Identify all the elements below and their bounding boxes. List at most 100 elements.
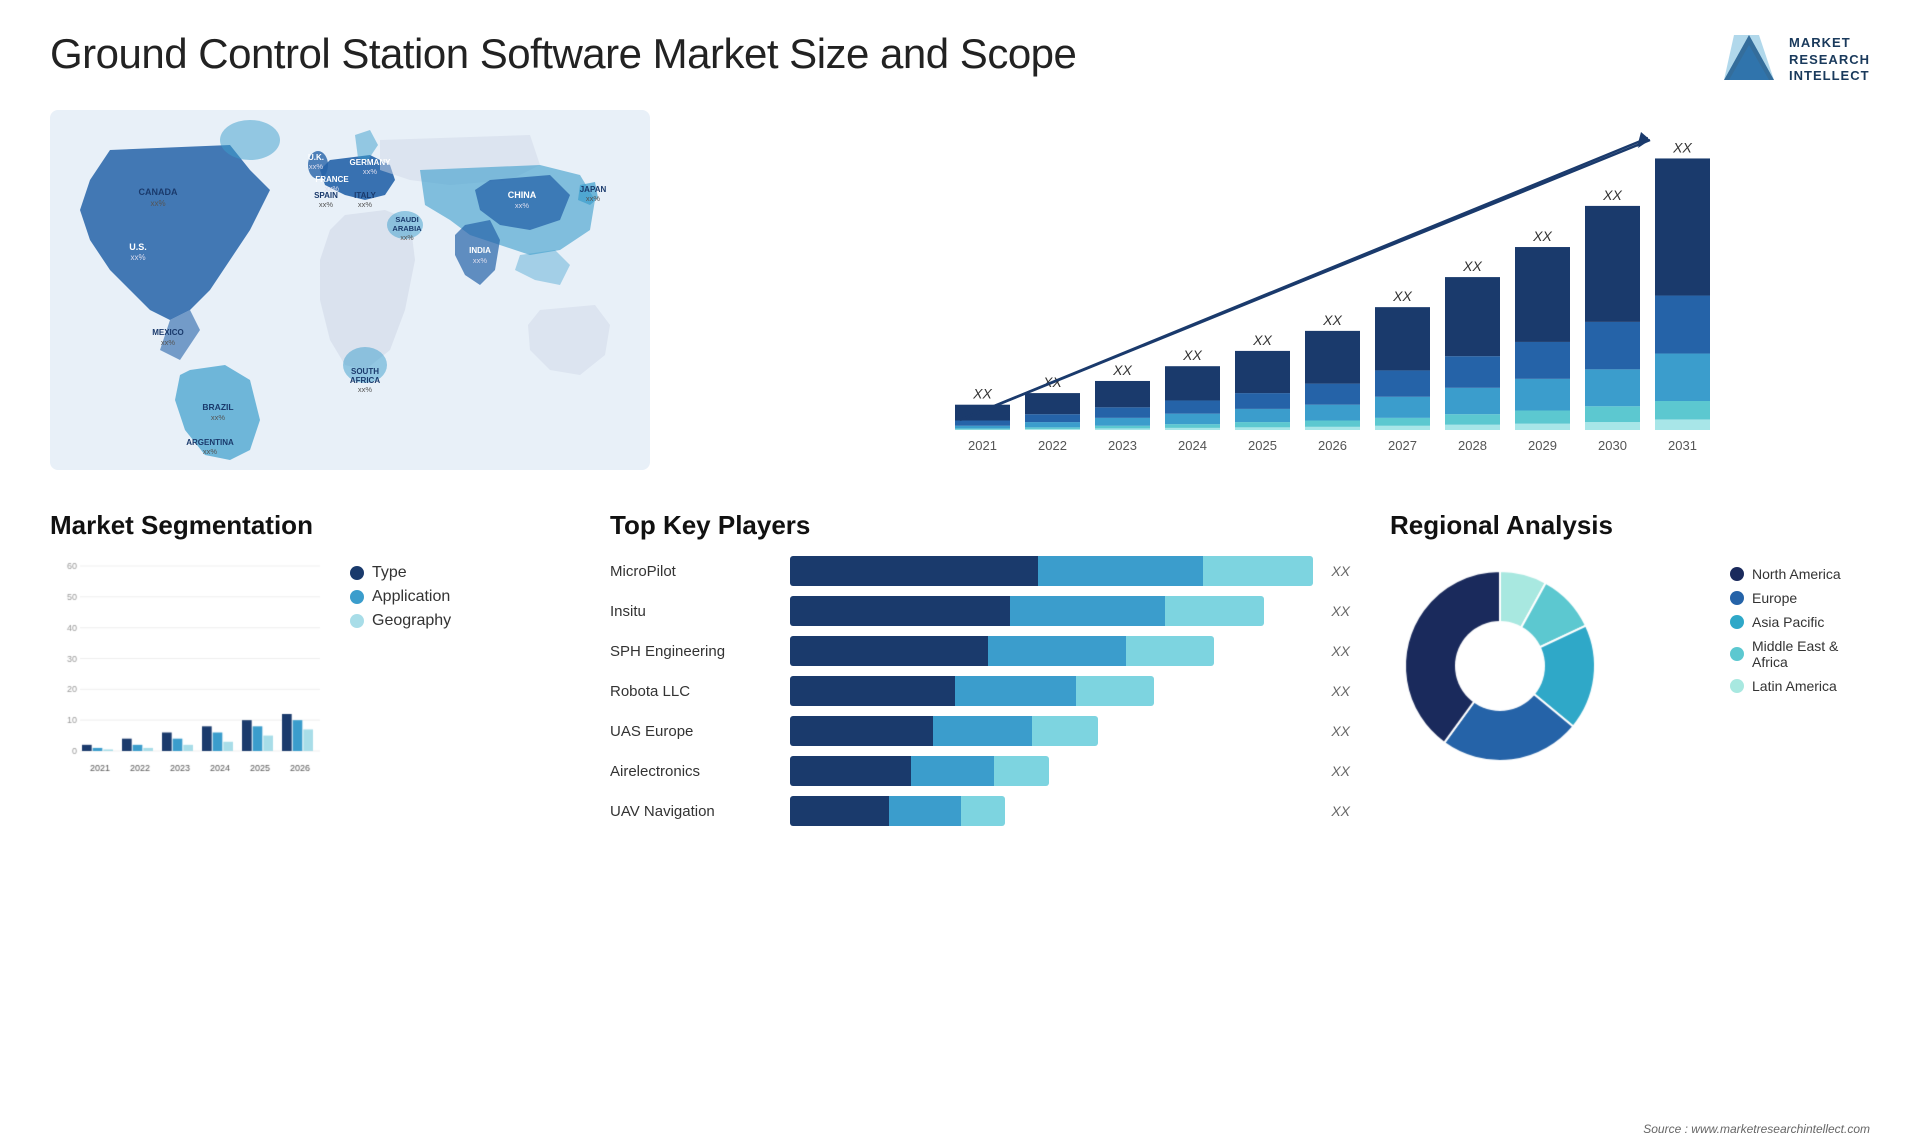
player-name: MicroPilot [610, 563, 780, 580]
svg-text:U.S.: U.S. [129, 242, 147, 252]
player-bar-container [790, 556, 1313, 586]
seg-legend-label: Type [372, 564, 407, 582]
player-name: UAV Navigation [610, 803, 780, 820]
player-bar-segment [790, 636, 988, 666]
player-xx-label: XX [1331, 643, 1350, 659]
player-bar-container [790, 676, 1313, 706]
pie-legend-item: Europe [1730, 590, 1870, 606]
player-bar-segment [911, 756, 994, 786]
svg-text:XX: XX [1672, 139, 1692, 155]
svg-text:2026: 2026 [1318, 438, 1347, 453]
player-bar-segment [790, 716, 933, 746]
logo-text: MARKET RESEARCH INTELLECT [1789, 35, 1870, 86]
logo-area: MARKET RESEARCH INTELLECT [1719, 30, 1870, 90]
seg-legend: TypeApplicationGeography [350, 564, 451, 630]
player-row: MicroPilotXX [610, 556, 1350, 586]
player-bar-segment [955, 676, 1076, 706]
svg-text:MEXICO: MEXICO [152, 328, 184, 337]
player-xx-label: XX [1331, 763, 1350, 779]
player-bar [790, 716, 1098, 746]
pie-legend: North AmericaEuropeAsia PacificMiddle Ea… [1730, 566, 1870, 694]
players-list: MicroPilotXXInsituXXSPH EngineeringXXRob… [610, 556, 1350, 826]
svg-text:ARGENTINA: ARGENTINA [186, 438, 234, 447]
svg-text:FRANCE: FRANCE [315, 175, 349, 184]
player-bar-segment [1203, 556, 1313, 586]
pie-legend-dot [1730, 567, 1744, 581]
svg-text:2023: 2023 [1108, 438, 1137, 453]
seg-legend-dot [350, 614, 364, 628]
pie-chart [1390, 556, 1650, 786]
player-bar-segment [790, 756, 911, 786]
player-name: Airelectronics [610, 763, 780, 780]
pie-legend-dot [1730, 591, 1744, 605]
player-bar-segment [790, 676, 955, 706]
pie-legend-label: Asia Pacific [1752, 614, 1824, 630]
svg-text:U.K.: U.K. [308, 153, 324, 162]
player-row: UAS Europe XX [610, 716, 1350, 746]
player-bar-container [790, 636, 1313, 666]
player-bar-segment [961, 796, 1005, 826]
svg-text:2021: 2021 [968, 438, 997, 453]
player-name: SPH Engineering [610, 643, 780, 660]
svg-text:xx%: xx% [130, 253, 145, 262]
svg-text:AFRICA: AFRICA [350, 376, 380, 385]
pie-legend-label: Latin America [1752, 678, 1837, 694]
player-bar-segment [889, 796, 961, 826]
svg-text:INDIA: INDIA [469, 246, 491, 255]
player-bar [790, 556, 1313, 586]
player-bar-segment [933, 716, 1032, 746]
seg-legend-dot [350, 590, 364, 604]
pie-legend-label: Europe [1752, 590, 1797, 606]
bar-chart-svg: XX2021XX2022XX2023XX2024XX2025XX2026XX20… [710, 110, 1870, 470]
svg-text:xx%: xx% [515, 201, 530, 210]
page-title: Ground Control Station Software Market S… [50, 30, 1076, 78]
svg-text:xx%: xx% [211, 413, 226, 422]
player-bar-segment [988, 636, 1126, 666]
svg-text:XX: XX [972, 386, 992, 402]
key-players-section: Top Key Players MicroPilotXXInsituXXSPH … [570, 510, 1390, 836]
source-text: Source : www.marketresearchintellect.com [1643, 1122, 1870, 1136]
svg-text:XX: XX [1602, 187, 1622, 203]
player-row: UAV Navigation XX [610, 796, 1350, 826]
player-bar [790, 676, 1154, 706]
player-row: Robota LLCXX [610, 676, 1350, 706]
svg-text:2022: 2022 [1038, 438, 1067, 453]
svg-text:xx%: xx% [586, 194, 601, 203]
svg-text:SAUDI: SAUDI [395, 215, 418, 224]
svg-text:2028: 2028 [1458, 438, 1487, 453]
seg-legend-item: Application [350, 588, 451, 606]
svg-text:xx%: xx% [358, 200, 373, 209]
pie-legend-item: Latin America [1730, 678, 1870, 694]
svg-text:xx%: xx% [363, 167, 378, 176]
player-bar-container [790, 756, 1313, 786]
player-bar-segment [790, 556, 1038, 586]
player-xx-label: XX [1331, 723, 1350, 739]
segmentation-section: Market Segmentation TypeApplicationGeogr… [50, 510, 570, 836]
pie-legend-dot [1730, 647, 1744, 661]
svg-text:XX: XX [1322, 312, 1342, 328]
player-xx-label: XX [1331, 603, 1350, 619]
player-bar-container [790, 796, 1313, 826]
svg-text:xx%: xx% [473, 256, 488, 265]
svg-text:XX: XX [1182, 347, 1202, 363]
player-row: InsituXX [610, 596, 1350, 626]
svg-text:xx%: xx% [150, 199, 165, 208]
player-name: UAS Europe [610, 723, 780, 740]
key-players-title: Top Key Players [610, 510, 1350, 541]
pie-legend-item: Asia Pacific [1730, 614, 1870, 630]
header: Ground Control Station Software Market S… [50, 30, 1870, 90]
player-bar-container [790, 596, 1313, 626]
seg-legend-label: Application [372, 588, 450, 606]
player-bar-segment [790, 796, 889, 826]
svg-text:CHINA: CHINA [508, 190, 537, 200]
player-xx-label: XX [1331, 803, 1350, 819]
seg-legend-item: Type [350, 564, 451, 582]
svg-text:2029: 2029 [1528, 438, 1557, 453]
segmentation-title: Market Segmentation [50, 510, 570, 541]
player-row: SPH Engineering XX [610, 636, 1350, 666]
player-bar-segment [1010, 596, 1164, 626]
svg-text:GERMANY: GERMANY [350, 158, 392, 167]
regional-title: Regional Analysis [1390, 510, 1870, 541]
top-section: CANADA xx% U.S. xx% MEXICO xx% BRAZIL xx… [50, 110, 1870, 490]
svg-text:xx%: xx% [400, 235, 413, 242]
